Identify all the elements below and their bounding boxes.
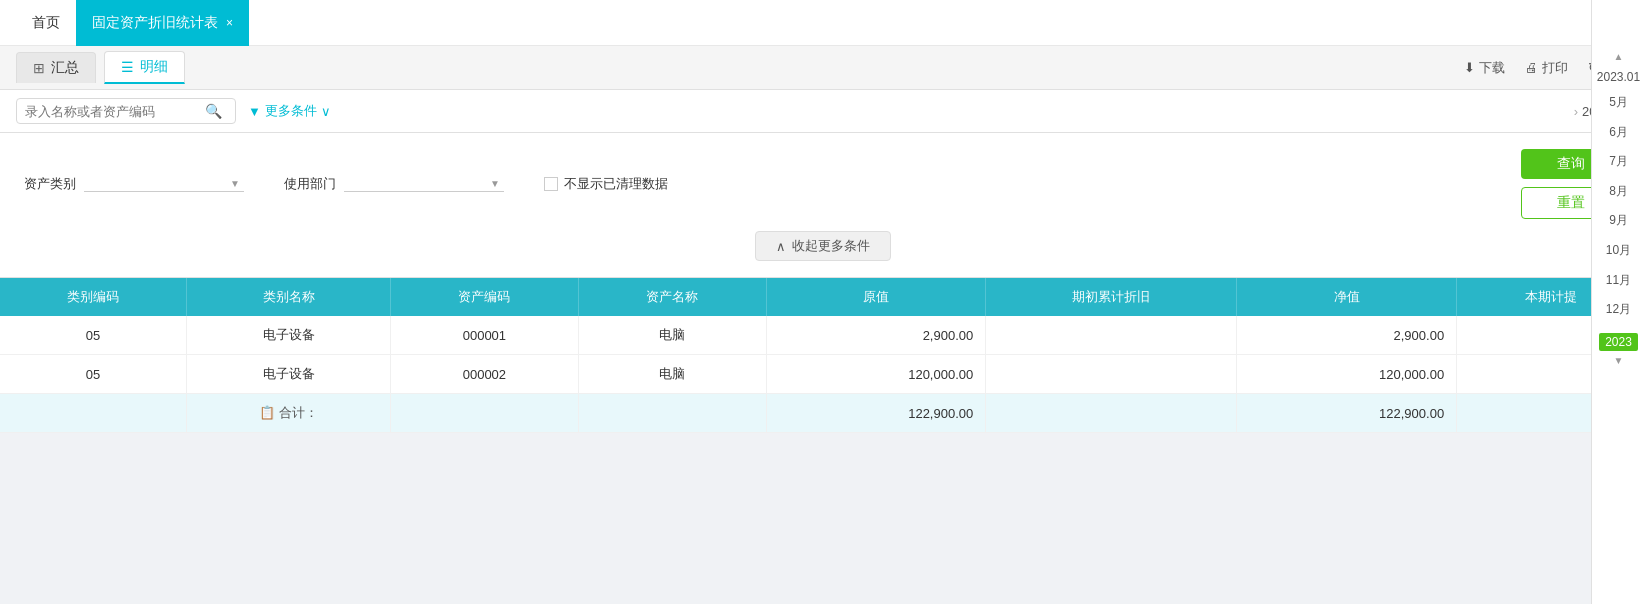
- month-item[interactable]: 12月: [1606, 295, 1631, 325]
- use-department-filter: 使用部门 ▼: [284, 175, 504, 193]
- hide-cleared-filter: 不显示已清理数据: [544, 175, 668, 193]
- col-original-value: 原值: [766, 278, 986, 316]
- download-icon: ⬇: [1464, 60, 1475, 75]
- table-wrap: 类别编码 类别名称 资产编码 资产名称 原值 期初累计折旧 净值 本期计提 05…: [0, 278, 1645, 433]
- table-cell: 000001: [391, 316, 579, 355]
- use-department-select[interactable]: ▼: [344, 176, 504, 192]
- col-category-name: 类别名称: [187, 278, 391, 316]
- table-cell: 000002: [391, 355, 579, 394]
- table-row: 05电子设备000001电脑2,900.002,900.00: [0, 316, 1645, 355]
- filter-row-1: 资产类别 ▼ 使用部门 ▼ 不显示已清理数据 查询 重置: [24, 149, 1621, 219]
- right-panel: ▲ 2023.01 5月6月7月8月9月10月11月12月 2023 ▼: [1591, 0, 1645, 604]
- tab-summary-label: 汇总: [51, 59, 79, 77]
- search-input-wrap: 🔍: [16, 98, 236, 124]
- table-cell: 2,900.00: [1237, 316, 1457, 355]
- asset-category-arrow-icon: ▼: [230, 178, 240, 189]
- search-icon[interactable]: 🔍: [205, 103, 222, 119]
- use-department-label: 使用部门: [284, 175, 336, 193]
- table-cell: 05: [0, 355, 187, 394]
- active-tab-label: 固定资产折旧统计表: [92, 14, 218, 32]
- detail-icon: ☰: [121, 59, 134, 75]
- search-bar: 🔍 ▼ 更多条件 ∨ › 2023.01: [0, 90, 1645, 133]
- col-asset-name: 资产名称: [578, 278, 766, 316]
- summary-cell: [0, 394, 187, 433]
- asset-category-label: 资产类别: [24, 175, 76, 193]
- summary-row: 📋 合计： 122,900.00 122,900.00: [0, 394, 1645, 433]
- summary-cell: 122,900.00: [766, 394, 986, 433]
- table-header-row: 类别编码 类别名称 资产编码 资产名称 原值 期初累计折旧 净值 本期计提: [0, 278, 1645, 316]
- month-item[interactable]: 11月: [1606, 266, 1631, 296]
- hide-cleared-checkbox[interactable]: [544, 177, 558, 191]
- summary-cell: [391, 394, 579, 433]
- collapse-label: 收起更多条件: [792, 237, 870, 255]
- filter-panel: 资产类别 ▼ 使用部门 ▼ 不显示已清理数据 查询 重置 ∧ 收起更多条件: [0, 133, 1645, 278]
- table-cell: [986, 316, 1237, 355]
- active-tab[interactable]: 固定资产折旧统计表 ×: [76, 0, 249, 46]
- table-cell: 2,900.00: [766, 316, 986, 355]
- year-badge: 2023: [1599, 333, 1638, 351]
- more-conditions-label: 更多条件: [265, 102, 317, 120]
- table-cell: 电子设备: [187, 355, 391, 394]
- close-tab-icon[interactable]: ×: [226, 16, 233, 30]
- scroll-up-icon[interactable]: ▲: [1605, 46, 1633, 66]
- summary-cell: [578, 394, 766, 433]
- chevron-down-icon: ∨: [321, 104, 331, 119]
- tab-detail[interactable]: ☰ 明细: [104, 51, 185, 84]
- col-net-value: 净值: [1237, 278, 1457, 316]
- print-label: 打印: [1542, 59, 1568, 77]
- month-list: 5月6月7月8月9月10月11月12月: [1606, 88, 1631, 325]
- more-conditions-btn[interactable]: ▼ 更多条件 ∨: [248, 102, 331, 120]
- month-item[interactable]: 10月: [1606, 236, 1631, 266]
- table-cell: 电子设备: [187, 316, 391, 355]
- month-item[interactable]: 6月: [1606, 118, 1631, 148]
- col-accumulated-depreciation: 期初累计折旧: [986, 278, 1237, 316]
- download-label: 下载: [1479, 59, 1505, 77]
- table-cell: 120,000.00: [1237, 355, 1457, 394]
- summary-cell: 📋 合计：: [187, 394, 391, 433]
- print-icon: 🖨: [1525, 60, 1538, 75]
- sub-tabs-left: ⊞ 汇总 ☰ 明细: [16, 51, 185, 84]
- summary-cell: 122,900.00: [1237, 394, 1457, 433]
- chevron-right-icon: ›: [1574, 104, 1578, 119]
- top-bar: 首页 固定资产折旧统计表 × ✕: [0, 0, 1645, 46]
- col-asset-code: 资产编码: [391, 278, 579, 316]
- tab-summary[interactable]: ⊞ 汇总: [16, 52, 96, 83]
- tab-detail-label: 明细: [140, 58, 168, 76]
- search-input[interactable]: [25, 104, 205, 119]
- summary-icon: ⊞: [33, 60, 45, 76]
- collapse-btn[interactable]: ∧ 收起更多条件: [755, 231, 891, 261]
- filter-icon: ▼: [248, 104, 261, 119]
- table-cell: 电脑: [578, 316, 766, 355]
- data-table: 类别编码 类别名称 资产编码 资产名称 原值 期初累计折旧 净值 本期计提 05…: [0, 278, 1645, 433]
- use-department-arrow-icon: ▼: [490, 178, 500, 189]
- month-item[interactable]: 9月: [1606, 206, 1631, 236]
- hide-cleared-label: 不显示已清理数据: [564, 175, 668, 193]
- table-cell: [986, 355, 1237, 394]
- col-category-code: 类别编码: [0, 278, 187, 316]
- date-header: 2023.01: [1595, 66, 1642, 88]
- month-item[interactable]: 8月: [1606, 177, 1631, 207]
- download-btn[interactable]: ⬇ 下载: [1464, 59, 1505, 77]
- home-tab[interactable]: 首页: [16, 14, 76, 32]
- asset-category-select[interactable]: ▼: [84, 176, 244, 192]
- table-cell: 05: [0, 316, 187, 355]
- scroll-down-icon[interactable]: ▼: [1605, 351, 1633, 371]
- sub-tabs: ⊞ 汇总 ☰ 明细 ⬇ 下载 🖨 打印 ↻ 刷新: [0, 46, 1645, 90]
- month-item[interactable]: 7月: [1606, 147, 1631, 177]
- print-btn[interactable]: 🖨 打印: [1525, 59, 1568, 77]
- asset-category-filter: 资产类别 ▼: [24, 175, 244, 193]
- summary-cell: [986, 394, 1237, 433]
- table-row: 05电子设备000002电脑120,000.00120,000.00: [0, 355, 1645, 394]
- month-item[interactable]: 5月: [1606, 88, 1631, 118]
- table-cell: 120,000.00: [766, 355, 986, 394]
- collapse-icon: ∧: [776, 239, 786, 254]
- table-cell: 电脑: [578, 355, 766, 394]
